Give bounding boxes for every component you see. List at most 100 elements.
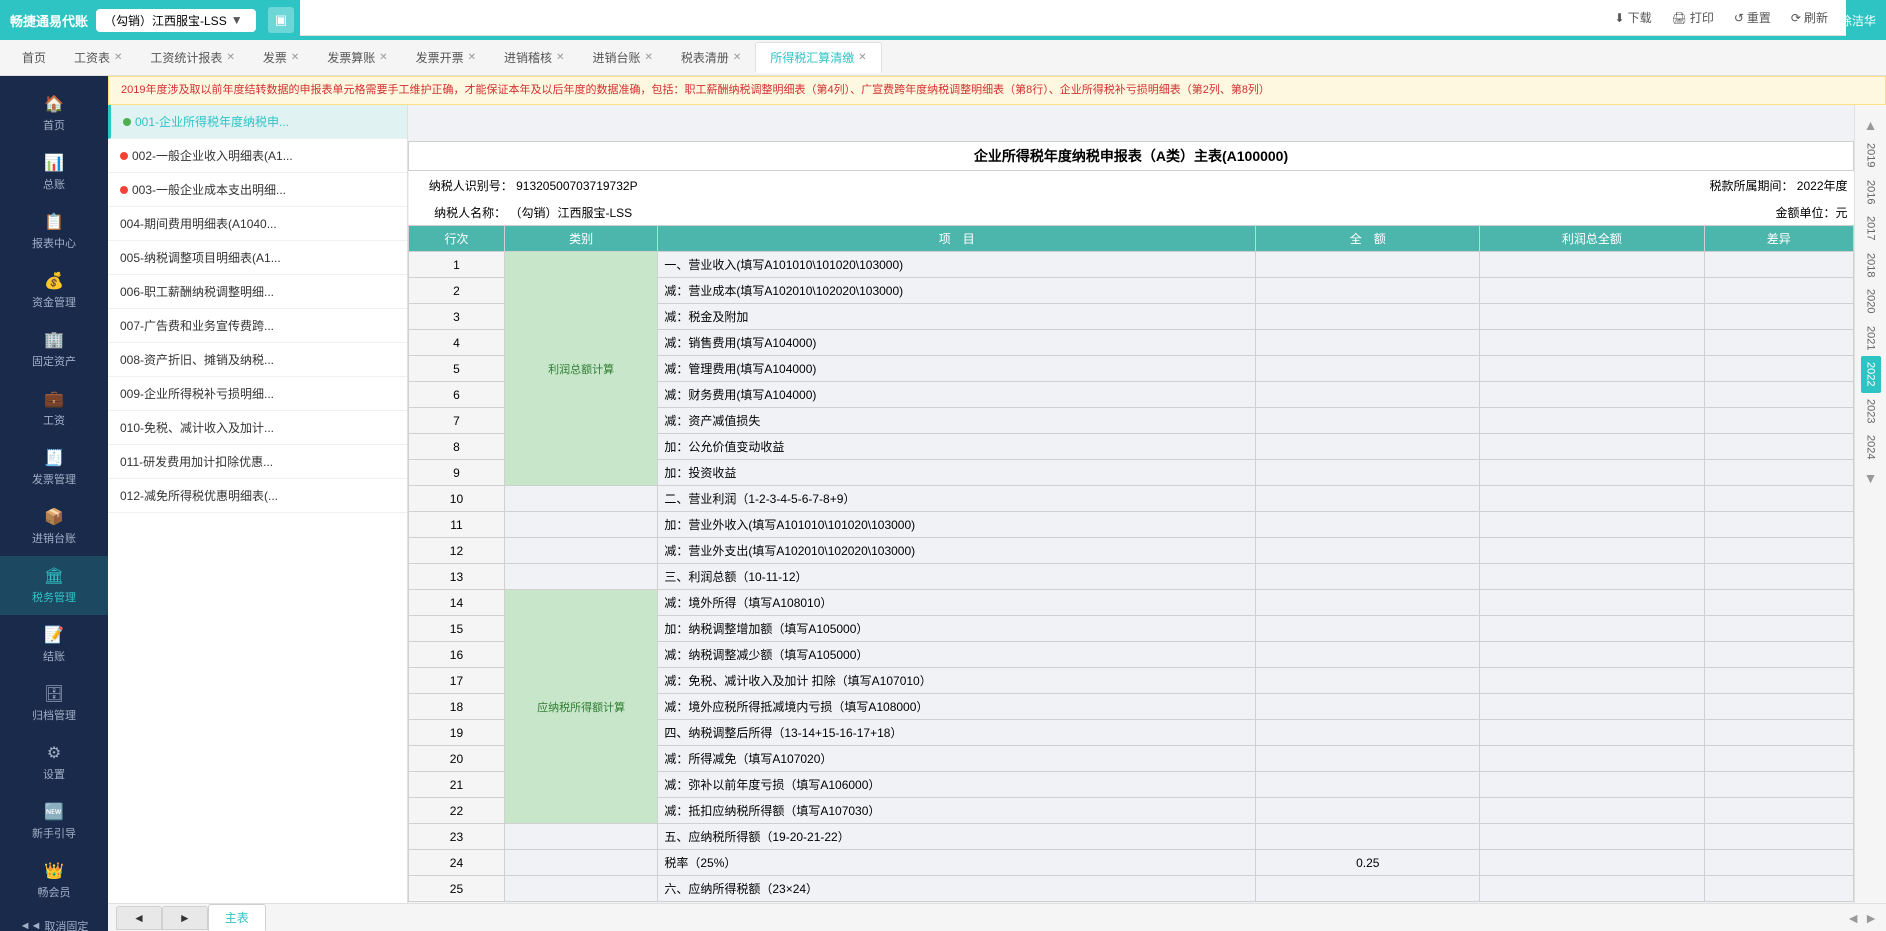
status-dot: [123, 118, 131, 126]
year-item-2016[interactable]: 2016: [1861, 174, 1881, 210]
company-selector[interactable]: （勾销）江西服宝-LSS ▼: [96, 9, 256, 32]
guide-icon: 🆕: [44, 802, 64, 822]
purchase-icon: 📦: [44, 507, 64, 527]
sidebar-item-member[interactable]: 👑 畅会员: [0, 851, 108, 910]
tab-purchase-ledger[interactable]: 进销台账 ✕: [578, 43, 666, 72]
chevron-down-icon: ▼: [231, 13, 243, 27]
report-icon: 📋: [44, 212, 64, 232]
year-item-2023[interactable]: 2023: [1861, 393, 1881, 429]
report-table: 企业所得税年度纳税申报表（A类）主表(A100000) 纳税人识别号： 9132…: [408, 141, 1854, 902]
tax-period: 2022年度: [1797, 179, 1848, 193]
bottom-tab-main[interactable]: 主表: [208, 904, 266, 931]
tab-salary[interactable]: 工资表 ✕: [60, 43, 136, 72]
close-icon[interactable]: ✕: [114, 52, 122, 63]
close-icon[interactable]: ✕: [468, 52, 476, 63]
report-area: ⬇ 下载 🖨 打印 ↺ 重置 ⟳ 刷新: [408, 105, 1886, 903]
report-item-010[interactable]: 010-免税、减计收入及加计...: [108, 411, 407, 445]
report-item-002[interactable]: 002-一般企业收入明细表(A1...: [108, 139, 407, 173]
scroll-left-icon[interactable]: ◄: [1846, 910, 1860, 926]
content-area: 2019年度涉及取以前年度结转数据的申报表单元格需要手工维护正确，才能保证本年及…: [108, 76, 1886, 931]
tab-tax-settlement[interactable]: 所得税汇算清缴 ✕: [755, 42, 881, 73]
sidebar-item-asset[interactable]: 🏢 固定资产: [0, 320, 108, 379]
tab-invoice[interactable]: 发票 ✕: [249, 43, 313, 72]
close-icon[interactable]: ✕: [226, 52, 234, 63]
sidebar-item-salary[interactable]: 💼 工资: [0, 379, 108, 438]
report-item-007[interactable]: 007-广告费和业务宣传费跨...: [108, 309, 407, 343]
tab-tax-list[interactable]: 税表清册 ✕: [667, 43, 755, 72]
table-row: 25 六、应纳所得税额（23×24）: [409, 876, 1854, 902]
sidebar-item-tax[interactable]: 🏛 税务管理: [0, 556, 108, 615]
year-item-2024[interactable]: 2024: [1861, 429, 1881, 465]
tab-invoice-open[interactable]: 发票开票 ✕: [402, 43, 490, 72]
close-icon[interactable]: ✕: [858, 52, 866, 63]
nav-prev-icon[interactable]: ◄: [116, 906, 162, 930]
table-row: 10 二、营业利润（1-2-3-4-5-6-7-8+9）: [409, 486, 1854, 512]
tab-salary-stats[interactable]: 工资统计报表 ✕: [136, 43, 248, 72]
salary-icon: 💼: [44, 389, 64, 409]
report-item-003[interactable]: 003-一般企业成本支出明细...: [108, 173, 407, 207]
table-row: 1 利润总额计算 一、营业收入(填写A101010\101020\103000): [409, 252, 1854, 278]
col-header-diff: 差异: [1704, 226, 1854, 252]
sidebar-item-report[interactable]: 📋 报表中心: [0, 202, 108, 261]
close-icon[interactable]: ✕: [644, 52, 652, 63]
status-dot: [120, 186, 128, 194]
table-row: 11 加：营业外收入(填写A101010\101020\103000): [409, 512, 1854, 538]
currency-label: 金额单位：元: [1775, 206, 1847, 220]
taxpayer-name-label: 纳税人名称：: [434, 206, 506, 220]
tab-invoice-calc[interactable]: 发票算账 ✕: [313, 43, 401, 72]
sidebar-item-settings[interactable]: ⚙ 设置: [0, 733, 108, 792]
col-header-project: 项 目: [658, 226, 1256, 252]
bottom-tab-bar: ◄ ► 主表 ◄ ►: [108, 903, 1886, 931]
report-item-008[interactable]: 008-资产折旧、摊销及纳税...: [108, 343, 407, 377]
year-item-2019[interactable]: 2019: [1861, 137, 1881, 173]
member-icon: 👑: [44, 861, 64, 881]
content-body: 001-企业所得税年度纳税申... 002-一般企业收入明细表(A1... 00…: [108, 105, 1886, 903]
year-up-arrow[interactable]: ▲: [1860, 113, 1882, 137]
report-item-012[interactable]: 012-减免所得税优惠明细表(...: [108, 479, 407, 513]
year-item-2017[interactable]: 2017: [1861, 210, 1881, 246]
nav-next-icon[interactable]: ►: [162, 906, 208, 930]
sidebar-item-archive[interactable]: 🗄 归档管理: [0, 674, 108, 733]
report-item-006[interactable]: 006-职工薪酬纳税调整明细...: [108, 275, 407, 309]
col-header-rownum: 行次: [409, 226, 505, 252]
close-icon[interactable]: ✕: [556, 52, 564, 63]
sidebar-collapse-button[interactable]: ◄◄ 取消固定: [0, 910, 108, 931]
sidebar-item-purchase[interactable]: 📦 进销台账: [0, 497, 108, 556]
year-item-2021[interactable]: 2021: [1861, 320, 1881, 356]
tab-purchase-verify[interactable]: 进销稽核 ✕: [490, 43, 578, 72]
report-list: 001-企业所得税年度纳税申... 002-一般企业收入明细表(A1... 00…: [108, 105, 408, 903]
fund-icon: 💰: [44, 271, 64, 291]
tab-home[interactable]: 首页: [8, 43, 60, 72]
ledger-icon: 📊: [44, 153, 64, 173]
close-icon[interactable]: ✕: [379, 52, 387, 63]
close-icon[interactable]: ✕: [733, 52, 741, 63]
report-item-011[interactable]: 011-研发费用加计扣除优惠...: [108, 445, 407, 479]
col-header-profit: 利润总全额: [1480, 226, 1704, 252]
copy-icon[interactable]: ▣: [268, 7, 294, 33]
year-item-2020[interactable]: 2020: [1861, 283, 1881, 319]
table-row: 12 减：营业外支出(填写A102010\102020\103000): [409, 538, 1854, 564]
app-logo: 畅捷通易代账: [10, 11, 88, 30]
scroll-nav: ◄ ►: [1846, 910, 1878, 926]
close-icon[interactable]: ✕: [291, 52, 299, 63]
home-icon: 🏠: [44, 94, 64, 114]
table-row: 14 应纳税所得额计算 减：境外所得（填写A108010）: [409, 590, 1854, 616]
year-item-2022[interactable]: 2022: [1861, 356, 1881, 392]
sidebar-item-guide[interactable]: 🆕 新手引导: [0, 792, 108, 851]
sidebar-item-home[interactable]: 🏠 首页: [0, 84, 108, 143]
tax-period-label: 税款所属期间：: [1709, 179, 1793, 193]
report-item-004[interactable]: 004-期间费用明细表(A1040...: [108, 207, 407, 241]
sidebar-item-ledger[interactable]: 📊 总账: [0, 143, 108, 202]
sidebar-item-fund[interactable]: 💰 资金管理: [0, 261, 108, 320]
sidebar-item-settlement[interactable]: 📝 结账: [0, 615, 108, 674]
report-content: 企业所得税年度纳税申报表（A类）主表(A100000) 纳税人识别号： 9132…: [408, 141, 1854, 903]
report-item-009[interactable]: 009-企业所得税补亏损明细...: [108, 377, 407, 411]
report-item-001[interactable]: 001-企业所得税年度纳税申...: [108, 105, 407, 139]
report-item-005[interactable]: 005-纳税调整项目明细表(A1...: [108, 241, 407, 275]
taxpayer-id-label: 纳税人识别号：: [429, 179, 513, 193]
scroll-right-icon[interactable]: ►: [1864, 910, 1878, 926]
year-item-2018[interactable]: 2018: [1861, 247, 1881, 283]
year-down-arrow[interactable]: ▼: [1860, 466, 1882, 490]
sidebar-item-invoice[interactable]: 🧾 发票管理: [0, 438, 108, 497]
warning-bar: 2019年度涉及取以前年度结转数据的申报表单元格需要手工维护正确，才能保证本年及…: [108, 76, 1886, 105]
